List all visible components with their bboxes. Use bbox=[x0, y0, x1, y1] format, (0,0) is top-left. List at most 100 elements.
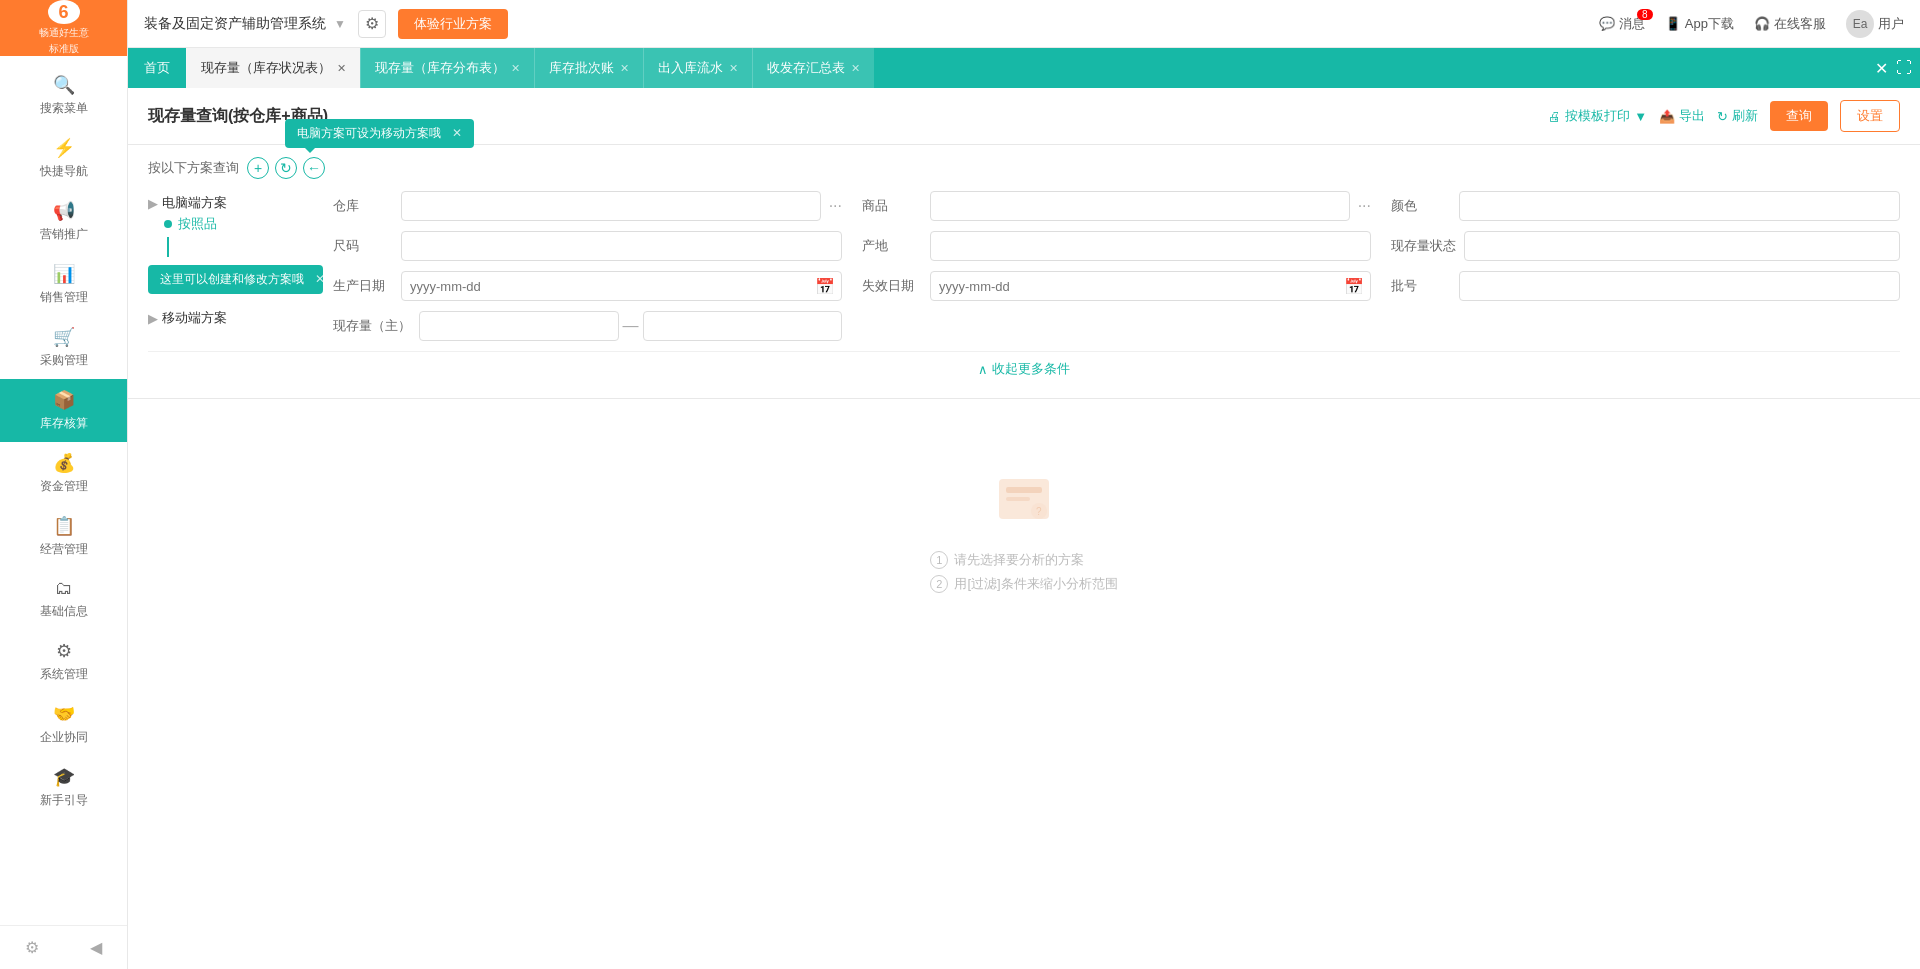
user-menu[interactable]: Ea 用户 bbox=[1846, 10, 1904, 38]
color-select[interactable] bbox=[1459, 191, 1900, 221]
expire-date-input[interactable]: 📅 bbox=[930, 271, 1371, 301]
tab-close-icon[interactable]: ✕ bbox=[337, 62, 346, 75]
stock-status-select[interactable] bbox=[1464, 231, 1900, 261]
sidebar-settings-btn[interactable]: ⚙ bbox=[25, 938, 39, 957]
batch-input[interactable] bbox=[1459, 271, 1900, 301]
goods-input[interactable] bbox=[930, 191, 1350, 221]
sidebar-item-system[interactable]: ⚙ 系统管理 bbox=[0, 630, 127, 693]
warehouse-input[interactable] bbox=[401, 191, 821, 221]
message-btn[interactable]: 💬 消息 8 bbox=[1599, 15, 1645, 33]
add-scheme-btn[interactable]: + bbox=[247, 157, 269, 179]
empty-hint-2-text: 用[过滤]条件来缩小分析范围 bbox=[954, 575, 1117, 593]
tab-close-icon[interactable]: ✕ bbox=[729, 62, 738, 75]
sidebar-item-label: 库存核算 bbox=[40, 415, 88, 432]
sidebar-bottom: ⚙ ◀ bbox=[0, 925, 127, 969]
sidebar-item-label: 系统管理 bbox=[40, 666, 88, 683]
sidebar-collapse-btn[interactable]: ◀ bbox=[90, 938, 102, 957]
refresh-btn[interactable]: ↻ 刷新 bbox=[1717, 107, 1758, 125]
tab-label: 出入库流水 bbox=[658, 59, 723, 77]
empty-state: ? 1 请先选择要分析的方案 2 用[过滤]条件来缩小分析范围 bbox=[128, 399, 1920, 653]
expire-date-text-input[interactable] bbox=[931, 279, 1338, 294]
quicknav-icon: ⚡ bbox=[53, 137, 75, 159]
tab-home[interactable]: 首页 bbox=[128, 48, 186, 88]
empty-hint-2: 2 用[过滤]条件来缩小分析范围 bbox=[930, 575, 1117, 593]
tooltip-edit-text: 这里可以创建和修改方案哦 bbox=[160, 272, 304, 286]
expire-date-calendar-icon[interactable]: 📅 bbox=[1338, 277, 1370, 296]
app-download-btn[interactable]: 📱 App下载 bbox=[1665, 15, 1734, 33]
tab-inventory-dist[interactable]: 现存量（库存分布表） ✕ bbox=[360, 48, 534, 88]
export-btn[interactable]: 📤 导出 bbox=[1659, 107, 1705, 125]
tooltip-edit-close[interactable]: ✕ bbox=[315, 272, 325, 286]
system-selector-arrow: ▼ bbox=[334, 17, 346, 31]
sidebar-item-sales[interactable]: 📊 销售管理 bbox=[0, 253, 127, 316]
gear-button[interactable]: ⚙ bbox=[358, 10, 386, 38]
tab-bar-right: ✕ ⛶ bbox=[1867, 59, 1920, 78]
refresh-scheme-btn[interactable]: ↻ bbox=[275, 157, 297, 179]
tab-close-icon[interactable]: ✕ bbox=[511, 62, 520, 75]
goods-dots[interactable]: ··· bbox=[1358, 197, 1371, 215]
warehouse-label: 仓库 bbox=[333, 197, 393, 215]
tab-close-all-icon[interactable]: ✕ bbox=[1875, 59, 1888, 78]
sidebar-item-guide[interactable]: 🎓 新手引导 bbox=[0, 756, 127, 819]
phone-icon: 📱 bbox=[1665, 16, 1681, 31]
tab-fullscreen-icon[interactable]: ⛶ bbox=[1896, 59, 1912, 77]
tab-close-icon[interactable]: ✕ bbox=[620, 62, 629, 75]
size-select[interactable] bbox=[401, 231, 842, 261]
sidebar-item-label: 企业协同 bbox=[40, 729, 88, 746]
sidebar-item-operations[interactable]: 📋 经营管理 bbox=[0, 505, 127, 568]
stock-main-min-input[interactable] bbox=[419, 311, 619, 341]
tab-inout-flow[interactable]: 出入库流水 ✕ bbox=[643, 48, 752, 88]
tab-close-icon[interactable]: ✕ bbox=[851, 62, 860, 75]
active-scheme-dot bbox=[164, 220, 172, 228]
industry-btn[interactable]: 体验行业方案 bbox=[398, 9, 508, 39]
sidebar-item-quicknav[interactable]: ⚡ 快捷导航 bbox=[0, 127, 127, 190]
settings-btn[interactable]: 设置 bbox=[1840, 100, 1900, 132]
sidebar-item-collab[interactable]: 🤝 企业协同 bbox=[0, 693, 127, 756]
print-btn[interactable]: 🖨 按模板打印 ▼ bbox=[1548, 107, 1647, 125]
user-avatar-abbr: Ea bbox=[1853, 17, 1868, 31]
desktop-scheme-label: 电脑端方案 bbox=[162, 194, 227, 212]
warehouse-text-input[interactable] bbox=[402, 199, 820, 214]
scheme-name-active[interactable]: 按照品 bbox=[178, 215, 217, 233]
goods-text-input[interactable] bbox=[931, 199, 1349, 214]
back-scheme-btn[interactable]: ← bbox=[303, 157, 325, 179]
collab-icon: 🤝 bbox=[53, 703, 75, 725]
scheme-desktop[interactable]: ▶ 电脑端方案 bbox=[148, 191, 323, 215]
svg-rect-2 bbox=[1006, 497, 1030, 501]
refresh-label: 刷新 bbox=[1732, 107, 1758, 125]
stock-range-sep: — bbox=[623, 317, 639, 335]
filter-row-size: 尺码 bbox=[333, 231, 842, 261]
sidebar-item-purchase[interactable]: 🛒 采购管理 bbox=[0, 316, 127, 379]
sales-icon: 📊 bbox=[53, 263, 75, 285]
sidebar-item-label: 新手引导 bbox=[40, 792, 88, 809]
sidebar-item-finance[interactable]: 💰 资金管理 bbox=[0, 442, 127, 505]
tab-summary[interactable]: 收发存汇总表 ✕ bbox=[752, 48, 874, 88]
origin-select[interactable] bbox=[930, 231, 1371, 261]
page-actions: 🖨 按模板打印 ▼ 📤 导出 ↻ 刷新 查询 设置 bbox=[1548, 100, 1900, 132]
prod-date-input[interactable]: 📅 bbox=[401, 271, 842, 301]
app-name: 畅通好生意 bbox=[39, 26, 89, 40]
tab-batch-account[interactable]: 库存批次账 ✕ bbox=[534, 48, 643, 88]
user-avatar: Ea bbox=[1846, 10, 1874, 38]
prod-date-text-input[interactable] bbox=[402, 279, 809, 294]
stock-main-max-input[interactable] bbox=[643, 311, 843, 341]
prod-date-calendar-icon[interactable]: 📅 bbox=[809, 277, 841, 296]
sidebar-item-search[interactable]: 🔍 搜索菜单 bbox=[0, 64, 127, 127]
sidebar-item-label: 经营管理 bbox=[40, 541, 88, 558]
sidebar-item-marketing[interactable]: 📢 营销推广 bbox=[0, 190, 127, 253]
online-support-btn[interactable]: 🎧 在线客服 bbox=[1754, 15, 1826, 33]
filter-label: 按以下方案查询 bbox=[148, 159, 239, 177]
sidebar-item-inventory[interactable]: 📦 库存核算 bbox=[0, 379, 127, 442]
tooltip-scheme-close[interactable]: ✕ bbox=[452, 126, 462, 140]
warehouse-dots[interactable]: ··· bbox=[829, 197, 842, 215]
collapse-arrow-icon: ∧ bbox=[978, 362, 988, 377]
collapse-bar[interactable]: ∧ 收起更多条件 bbox=[148, 351, 1900, 386]
inventory-icon: 📦 bbox=[53, 389, 75, 411]
sidebar-item-basic[interactable]: 🗂 基础信息 bbox=[0, 568, 127, 630]
search-btn[interactable]: 查询 bbox=[1770, 101, 1828, 131]
tab-inventory-status[interactable]: 现存量（库存状况表） ✕ bbox=[186, 48, 360, 88]
mobile-scheme-label: 移动端方案 bbox=[162, 309, 227, 327]
system-selector[interactable]: 装备及固定资产辅助管理系统 ▼ bbox=[144, 15, 346, 33]
refresh-icon: ↻ bbox=[1717, 109, 1728, 124]
scheme-mobile[interactable]: ▶ 移动端方案 bbox=[148, 306, 323, 330]
